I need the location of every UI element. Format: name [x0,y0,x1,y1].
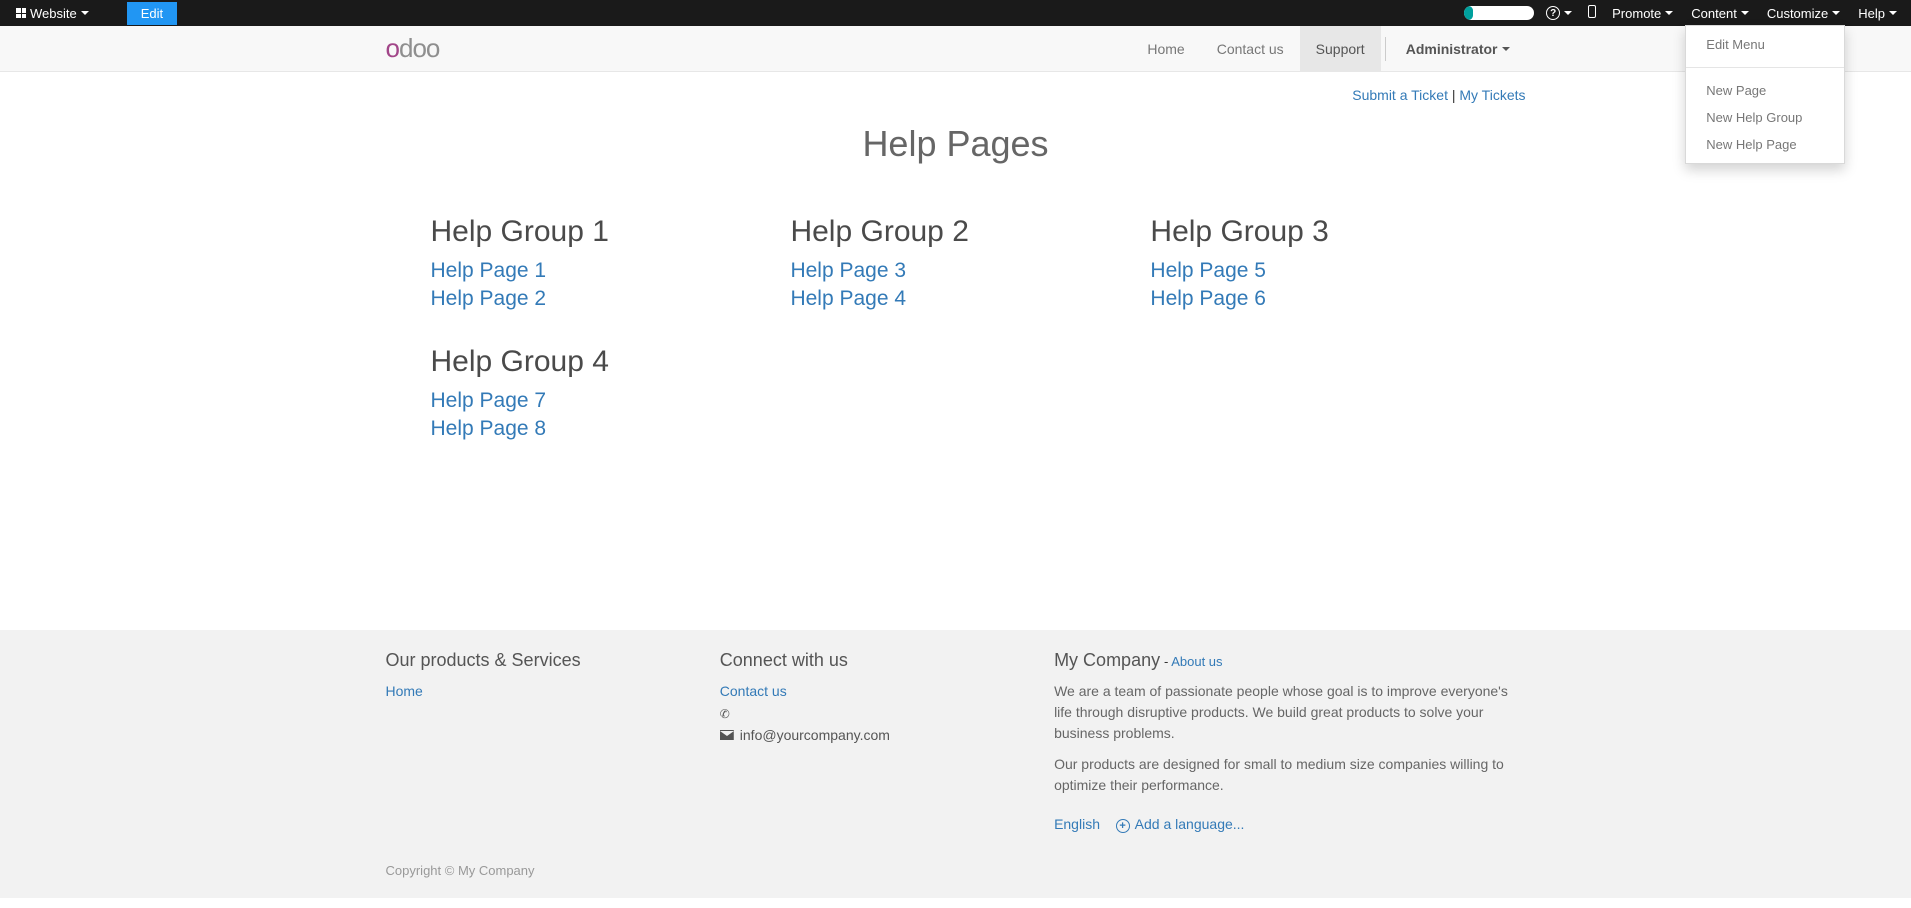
top-links: Submit a Ticket | My Tickets [386,87,1526,103]
footer-email: info@yourcompany.com [740,727,890,743]
footer-text: Our products are designed for small to m… [1054,754,1525,796]
footer-link-home[interactable]: Home [386,683,423,699]
edit-button[interactable]: Edit [127,2,177,25]
menu-edit-menu[interactable]: Edit Menu [1686,31,1844,58]
group-title: Help Group 1 [431,215,761,249]
nav-contact[interactable]: Contact us [1201,26,1300,71]
help-page-link[interactable]: Help Page 2 [431,287,761,311]
content-label: Content [1691,6,1737,21]
footer-link-contact[interactable]: Contact us [720,683,787,699]
group-title: Help Group 4 [431,345,761,379]
footer-email-row: info@yourcompany.com [720,727,1034,743]
website-label: Website [30,6,77,21]
footer-heading: Connect with us [720,650,1034,671]
topbar-right: ? Promote Content Edit Menu New Page New… [1464,2,1903,25]
footer-phone-row [720,705,1034,721]
page-title: Help Pages [386,123,1526,165]
caret-down-icon [1832,11,1840,15]
customize-label: Customize [1767,6,1828,21]
footer-col-company: My Company - About us We are a team of p… [1054,650,1525,833]
content-dropdown[interactable]: Content Edit Menu New Page New Help Grou… [1685,2,1755,25]
help-page-link[interactable]: Help Page 1 [431,259,761,283]
question-circle-icon: ? [1546,6,1560,20]
menu-new-page[interactable]: New Page [1686,77,1844,104]
nav-right: Home Contact us Support Administrator [1131,26,1525,71]
navbar-container: odoo Home Contact us Support Administrat… [371,26,1541,71]
user-label: Administrator [1406,41,1498,57]
nav-divider [1385,37,1386,61]
group-title: Help Group 2 [790,215,1120,249]
help-group: Help Group 3 Help Page 5 Help Page 6 [1135,215,1495,315]
link-sep: | [1448,87,1459,103]
caret-down-icon [1564,11,1572,15]
lang-english[interactable]: English [1054,816,1100,832]
help-group: Help Group 2 Help Page 3 Help Page 4 [775,215,1135,315]
footer-company-name: My Company [1054,650,1160,670]
help-page-link[interactable]: Help Page 4 [790,287,1120,311]
plus-circle-icon: + [1116,819,1130,833]
help-page-link[interactable]: Help Page 8 [431,417,761,441]
footer-container: Our products & Services Home Connect wit… [371,650,1541,833]
main-navbar: odoo Home Contact us Support Administrat… [0,26,1911,72]
content-dropdown-menu: Edit Menu New Page New Help Group New He… [1685,25,1845,164]
help-page-link[interactable]: Help Page 6 [1150,287,1480,311]
mobile-preview-button[interactable] [1584,5,1600,21]
help-group: Help Group 1 Help Page 1 Help Page 2 [416,215,776,315]
help-page-link[interactable]: Help Page 7 [431,389,761,413]
mail-icon [720,730,734,740]
nav-support[interactable]: Support [1300,26,1381,71]
help-page-link[interactable]: Help Page 3 [790,259,1120,283]
help-groups: Help Group 1 Help Page 1 Help Page 2 Hel… [386,215,1526,475]
footer-col-products: Our products & Services Home [386,650,700,833]
caret-down-icon [1502,47,1510,51]
footer-heading: Our products & Services [386,650,700,671]
caret-down-icon [1889,11,1897,15]
promote-dropdown[interactable]: Promote [1606,2,1679,25]
caret-down-icon [1665,11,1673,15]
language-row: English + Add a language... [1054,816,1525,833]
admin-topbar: Website Edit ? Promote Content Edit Menu… [0,0,1911,26]
footer: Our products & Services Home Connect wit… [0,630,1911,898]
menu-new-help-page[interactable]: New Help Page [1686,131,1844,158]
phone-icon [720,705,730,721]
group-title: Help Group 3 [1150,215,1480,249]
footer-copyright: Copyright © My Company [371,853,1541,878]
help-group: Help Group 4 Help Page 7 Help Page 8 [416,345,776,445]
menu-new-help-group[interactable]: New Help Group [1686,104,1844,131]
link-my-tickets[interactable]: My Tickets [1459,87,1525,103]
odoo-logo[interactable]: odoo [386,33,440,64]
footer-col-connect: Connect with us Contact us info@yourcomp… [720,650,1034,833]
promote-label: Promote [1612,6,1661,21]
main-content: Submit a Ticket | My Tickets Help Pages … [371,72,1541,490]
footer-link-about[interactable]: About us [1171,654,1222,669]
dropdown-divider [1686,67,1844,68]
footer-text: We are a team of passionate people whose… [1054,681,1525,744]
progress-fill [1464,6,1472,20]
help-page-link[interactable]: Help Page 5 [1150,259,1480,283]
help-icon-button[interactable]: ? [1540,2,1578,24]
caret-down-icon [1741,11,1749,15]
website-dropdown[interactable]: Website [8,2,97,25]
apps-grid-icon [16,8,26,18]
help-dropdown[interactable]: Help [1852,2,1903,25]
lang-add[interactable]: + Add a language... [1116,816,1245,832]
topbar-left: Website Edit [8,2,177,25]
lang-add-label: Add a language... [1135,816,1245,832]
link-submit-ticket[interactable]: Submit a Ticket [1352,87,1448,103]
mobile-icon [1588,5,1596,18]
progress-indicator[interactable] [1464,6,1534,20]
customize-dropdown[interactable]: Customize [1761,2,1846,25]
nav-user-dropdown[interactable]: Administrator [1390,41,1526,57]
help-label: Help [1858,6,1885,21]
nav-home[interactable]: Home [1131,26,1200,71]
caret-down-icon [81,11,89,15]
